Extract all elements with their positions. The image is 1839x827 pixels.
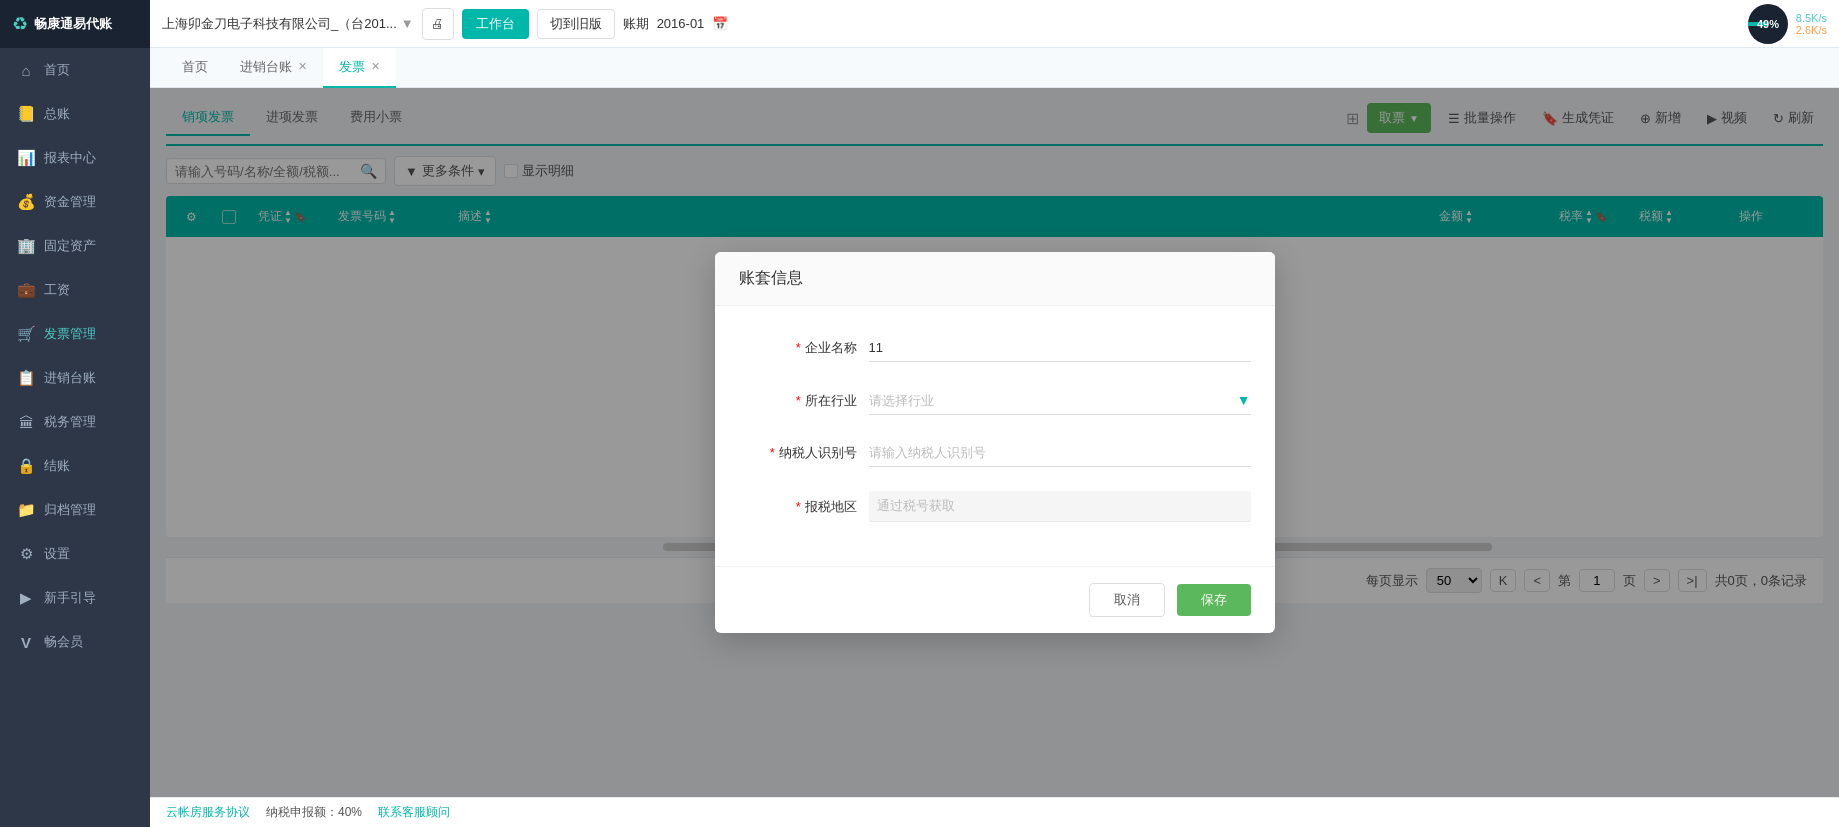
network-status: 49% 8.5K/s 2.6K/s <box>1744 0 1827 48</box>
sidebar-item-closing[interactable]: 🔒 结账 <box>0 444 150 488</box>
modal-header: 账套信息 <box>715 252 1275 306</box>
save-button[interactable]: 保存 <box>1177 584 1251 616</box>
speed-indicator: 49% <box>1744 0 1792 48</box>
account-period: 账期 2016-01 📅 <box>623 15 729 33</box>
company-name-label: * 企业名称 <box>739 339 869 357</box>
company-name-input[interactable] <box>869 334 1251 362</box>
form-row-tax-id: * 纳税人识别号 <box>739 439 1251 467</box>
tax-id-input[interactable] <box>869 439 1251 467</box>
sidebar-item-vip[interactable]: V 畅会员 <box>0 620 150 664</box>
form-row-industry: * 所在行业 请选择行业 ▼ <box>739 386 1251 415</box>
tab-purchase-sale-close[interactable]: ✕ <box>298 60 307 73</box>
sidebar-item-ledger[interactable]: 📒 总账 <box>0 92 150 136</box>
sidebar-item-salary[interactable]: 💼 工资 <box>0 268 150 312</box>
sidebar-item-settings[interactable]: ⚙ 设置 <box>0 532 150 576</box>
bottom-bar: 云帐房服务协议 纳税申报额：40% 联系客服顾问 <box>150 797 1839 827</box>
tax-region-label: * 报税地区 <box>739 498 869 516</box>
home-icon: ⌂ <box>16 60 36 80</box>
tax-declaration-info: 纳税申报额：40% <box>266 804 362 821</box>
assets-icon: 🏢 <box>16 236 36 256</box>
tax-icon: 🏛 <box>16 412 36 432</box>
form-row-tax-region: * 报税地区 通过税号获取 <box>739 491 1251 522</box>
sidebar-item-tax[interactable]: 🏛 税务管理 <box>0 400 150 444</box>
tab-invoice[interactable]: 发票 ✕ <box>323 48 396 88</box>
print-icon: 🖨 <box>431 16 444 31</box>
account-info-modal: 账套信息 * 企业名称 <box>715 252 1275 633</box>
funds-icon: 💰 <box>16 192 36 212</box>
logo-icon: ♻ <box>12 13 28 35</box>
contact-advisor-link[interactable]: 联系客服顾问 <box>378 804 450 821</box>
calendar-icon[interactable]: 📅 <box>712 16 728 31</box>
closing-icon: 🔒 <box>16 456 36 476</box>
sidebar-logo: ♻ 畅康通易代账 <box>0 0 150 48</box>
tab-invoice-close[interactable]: ✕ <box>371 60 380 73</box>
logo-text: 畅康通易代账 <box>34 15 112 33</box>
tax-id-label: * 纳税人识别号 <box>739 444 869 462</box>
sidebar-item-reports[interactable]: 📊 报表中心 <box>0 136 150 180</box>
sidebar-item-home[interactable]: ⌂ 首页 <box>0 48 150 92</box>
company-dropdown-arrow[interactable]: ▼ <box>401 16 414 31</box>
industry-label: * 所在行业 <box>739 392 869 410</box>
service-agreement-link[interactable]: 云帐房服务协议 <box>166 804 250 821</box>
vip-icon: V <box>16 632 36 652</box>
tab-home[interactable]: 首页 <box>166 48 224 88</box>
print-icon-btn[interactable]: 🖨 <box>422 8 454 40</box>
invoice-icon: 🛒 <box>16 324 36 344</box>
tab-purchase-sale[interactable]: 进销台账 ✕ <box>224 48 323 88</box>
top-bar: 上海卯金刀电子科技有限公司_（台201... ▼ 🖨 工作台 切到旧版 账期 2… <box>150 0 1839 48</box>
form-row-company-name: * 企业名称 <box>739 334 1251 362</box>
sidebar-item-archive[interactable]: 📁 归档管理 <box>0 488 150 532</box>
sidebar-item-guide[interactable]: ▶ 新手引导 <box>0 576 150 620</box>
modal-overlay: 账套信息 * 企业名称 <box>150 88 1839 797</box>
modal-footer: 取消 保存 <box>715 566 1275 633</box>
salary-icon: 💼 <box>16 280 36 300</box>
sidebar-item-purchase-sale[interactable]: 📋 进销台账 <box>0 356 150 400</box>
company-name: 上海卯金刀电子科技有限公司_（台201... ▼ <box>162 15 414 33</box>
tax-region-display: 通过税号获取 <box>869 491 1251 522</box>
ledger-icon: 📒 <box>16 104 36 124</box>
archive-icon: 📁 <box>16 500 36 520</box>
reports-icon: 📊 <box>16 148 36 168</box>
main-area: 上海卯金刀电子科技有限公司_（台201... ▼ 🖨 工作台 切到旧版 账期 2… <box>150 0 1839 827</box>
nav-tabs: 首页 进销台账 ✕ 发票 ✕ <box>150 48 1839 88</box>
purchase-sale-icon: 📋 <box>16 368 36 388</box>
content: 销项发票 进项发票 费用小票 ⊞ 取票 ▼ <box>150 88 1839 797</box>
sidebar-item-invoice[interactable]: 🛒 发票管理 <box>0 312 150 356</box>
settings-icon: ⚙ <box>16 544 36 564</box>
industry-dropdown-icon: ▼ <box>1237 392 1251 408</box>
industry-select[interactable]: 请选择行业 <box>869 393 1237 408</box>
modal-body: * 企业名称 * 所在行业 <box>715 306 1275 566</box>
industry-select-wrapper: 请选择行业 ▼ <box>869 386 1251 415</box>
speed-values: 8.5K/s 2.6K/s <box>1796 12 1827 36</box>
cancel-button[interactable]: 取消 <box>1089 583 1165 617</box>
sidebar-item-funds[interactable]: 💰 资金管理 <box>0 180 150 224</box>
guide-icon: ▶ <box>16 588 36 608</box>
sidebar-item-assets[interactable]: 🏢 固定资产 <box>0 224 150 268</box>
svg-text:49%: 49% <box>1757 18 1779 30</box>
workbench-button[interactable]: 工作台 <box>462 9 529 39</box>
switch-old-button[interactable]: 切到旧版 <box>537 9 615 39</box>
sidebar: ♻ 畅康通易代账 ⌂ 首页 📒 总账 📊 报表中心 💰 资金管理 🏢 固定资产 … <box>0 0 150 827</box>
